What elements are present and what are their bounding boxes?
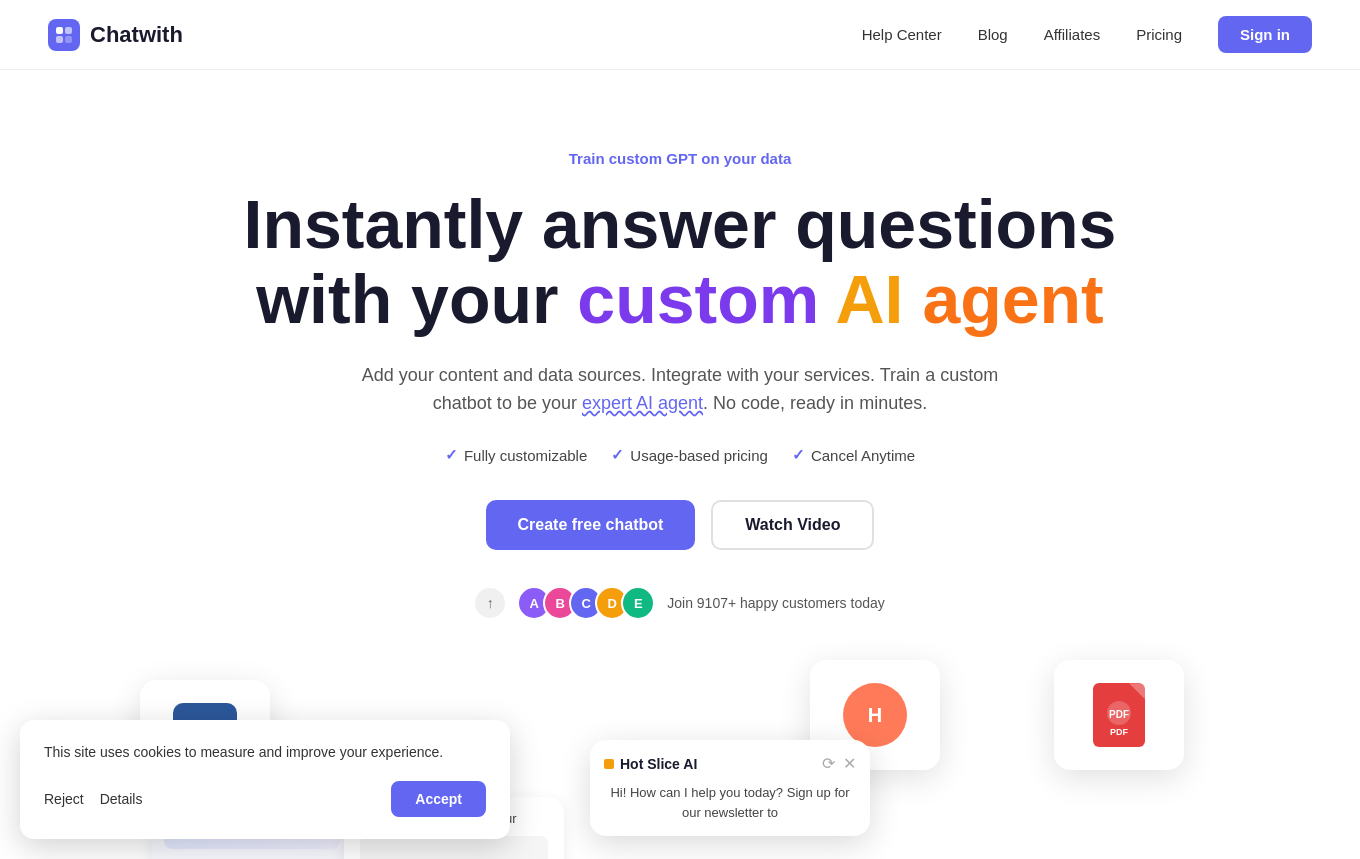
signin-button[interactable]: Sign in: [1218, 16, 1312, 53]
chat-bubble-header: Hot Slice AI ⟳ ✕: [604, 754, 856, 773]
avatars: A B C D E: [517, 586, 655, 620]
watch-video-button[interactable]: Watch Video: [711, 500, 874, 550]
refresh-icon[interactable]: ⟳: [822, 754, 835, 773]
pdf-card: PDF PDF: [1054, 660, 1184, 770]
nav-blog[interactable]: Blog: [978, 26, 1008, 43]
cookie-text: This site uses cookies to measure and im…: [44, 742, 486, 763]
nav-links: Help Center Blog Affiliates Pricing Sign…: [862, 16, 1312, 53]
cookie-reject-button[interactable]: Reject: [44, 791, 84, 807]
check-mark-3: ✓: [792, 446, 805, 464]
hero-eyebrow: Train custom GPT on your data: [569, 150, 792, 167]
check-item-2: ✓ Usage-based pricing: [611, 446, 768, 464]
brand-name: Chatwith: [90, 22, 183, 48]
social-proof-text: Join 9107+ happy customers today: [667, 595, 885, 611]
cookie-accept-button[interactable]: Accept: [391, 781, 486, 817]
social-proof: ↑ A B C D E Join 9107+ happy customers t…: [475, 586, 885, 620]
check-label-1: Fully customizable: [464, 447, 587, 464]
logo[interactable]: Chatwith: [48, 19, 183, 51]
pdf-adobe-icon: PDF: [1105, 699, 1133, 727]
navbar: Chatwith Help Center Blog Affiliates Pri…: [0, 0, 1360, 70]
create-chatbot-button[interactable]: Create free chatbot: [486, 500, 696, 550]
hero-title-custom: custom: [577, 261, 819, 337]
nav-affiliates[interactable]: Affiliates: [1044, 26, 1100, 43]
chat-bubble-name: Hot Slice AI: [604, 756, 697, 772]
check-mark-2: ✓: [611, 446, 624, 464]
svg-text:PDF: PDF: [1109, 709, 1129, 720]
check-mark-1: ✓: [445, 446, 458, 464]
chat-bubble-card: Hot Slice AI ⟳ ✕ Hi! How can I help you …: [590, 740, 870, 836]
hero-title-line1: Instantly answer questions: [244, 186, 1117, 262]
hero-title: Instantly answer questions with your cus…: [244, 187, 1117, 337]
svg-rect-1: [65, 27, 72, 34]
hubspot-icon: H: [843, 683, 907, 747]
svg-rect-3: [65, 36, 72, 43]
check-label-2: Usage-based pricing: [630, 447, 768, 464]
check-item-1: ✓ Fully customizable: [445, 446, 587, 464]
hero-buttons: Create free chatbot Watch Video: [486, 500, 875, 550]
chat-dot-icon: [604, 759, 614, 769]
svg-rect-2: [56, 36, 63, 43]
hero-subtitle-suffix: . No code, ready in minutes.: [703, 393, 927, 413]
avatar-5: E: [621, 586, 655, 620]
share-icon: ↑: [475, 588, 505, 618]
nav-help-center[interactable]: Help Center: [862, 26, 942, 43]
hero-title-ai: AI: [819, 261, 903, 337]
hero-checks: ✓ Fully customizable ✓ Usage-based prici…: [445, 446, 915, 464]
hero-title-agent: agent: [904, 261, 1104, 337]
pdf-label: PDF: [1110, 727, 1128, 737]
cookie-banner: This site uses cookies to measure and im…: [20, 720, 510, 839]
chat-bubble-message: Hi! How can I help you today? Sign up fo…: [604, 783, 856, 822]
hero-subtitle: Add your content and data sources. Integ…: [360, 361, 1000, 419]
chat-name-text: Hot Slice AI: [620, 756, 697, 772]
chat-msg-text: Hi! How can I help you today? Sign up fo…: [610, 785, 849, 820]
svg-text:H: H: [868, 704, 882, 726]
check-label-3: Cancel Anytime: [811, 447, 915, 464]
close-icon[interactable]: ✕: [843, 754, 856, 773]
check-item-3: ✓ Cancel Anytime: [792, 446, 915, 464]
hero-title-line2-prefix: with your: [256, 261, 577, 337]
svg-rect-0: [56, 27, 63, 34]
hero-subtitle-link[interactable]: expert AI agent: [582, 393, 703, 413]
cookie-actions: Reject Details Accept: [44, 781, 486, 817]
nav-pricing[interactable]: Pricing: [1136, 26, 1182, 43]
chat-bubble-actions: ⟳ ✕: [822, 754, 856, 773]
logo-icon: [48, 19, 80, 51]
cookie-details-button[interactable]: Details: [100, 791, 143, 807]
